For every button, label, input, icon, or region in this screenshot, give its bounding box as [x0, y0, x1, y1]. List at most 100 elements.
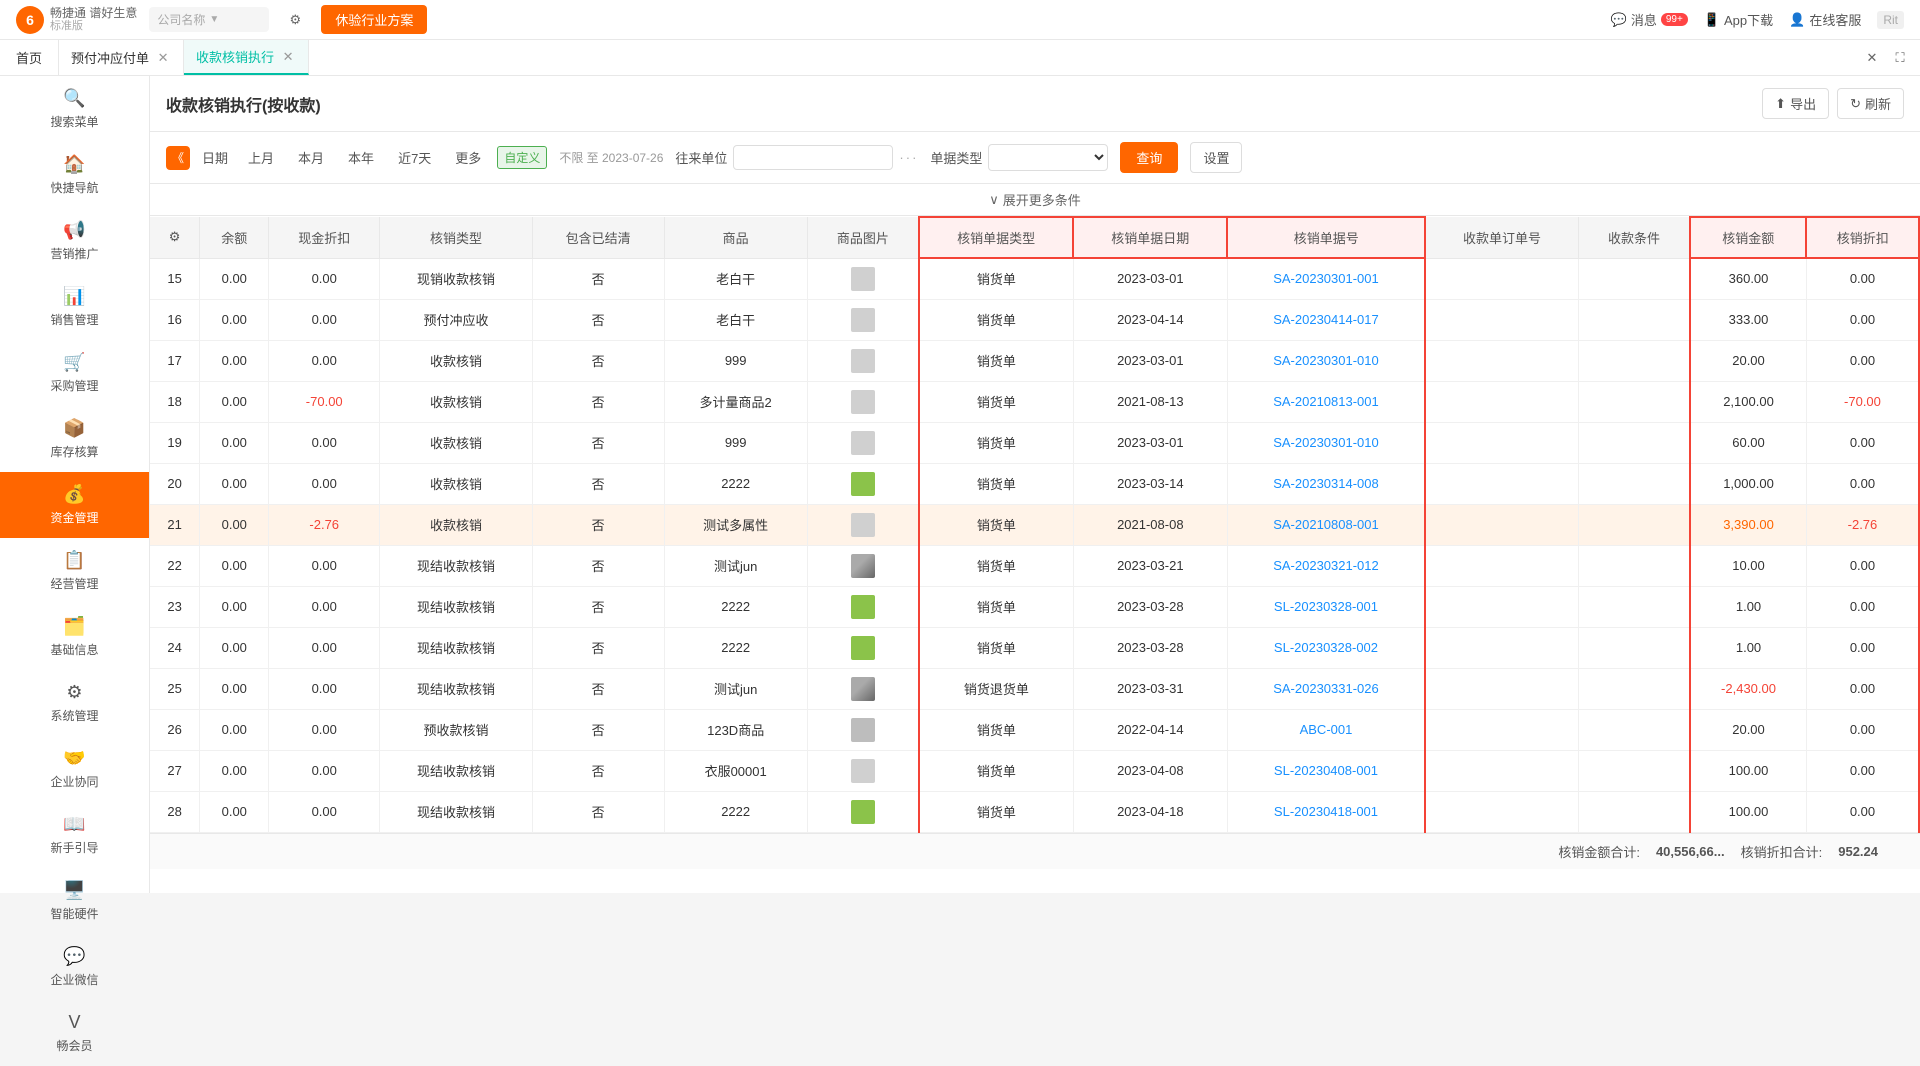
table-row: 18 0.00 -70.00 收款核销 否 多计量商品2 销货单 2021-08…	[150, 381, 1919, 422]
settings-button[interactable]: 设置	[1190, 142, 1242, 173]
sidebar-item-member[interactable]: V 畅会员	[0, 1000, 149, 1066]
sidebar-item-wechat[interactable]: 💬 企业微信	[0, 934, 149, 1000]
cell-cancel-bill-type: 销货单	[919, 422, 1073, 463]
cell-cancel-discount: 0.00	[1806, 545, 1919, 586]
single-type-select[interactable]	[988, 144, 1108, 171]
cell-receipt-condition	[1578, 668, 1690, 709]
chevron-down-icon: ∨	[989, 192, 999, 208]
bill-no-link[interactable]: SA-20230301-010	[1273, 353, 1379, 368]
date-this-month[interactable]: 本月	[290, 146, 332, 169]
cell-balance: 0.00	[200, 381, 269, 422]
bill-no-link[interactable]: SL-20230328-001	[1274, 599, 1378, 614]
app-download-link[interactable]: 📱 App下载	[1704, 10, 1773, 29]
cell-cash-discount: 0.00	[269, 791, 380, 832]
refresh-icon: ↻	[1850, 96, 1861, 112]
cell-balance: 0.00	[200, 791, 269, 832]
date-more[interactable]: 更多	[447, 146, 489, 169]
cell-cash-discount: -2.76	[269, 504, 380, 545]
cell-cash-discount: 0.00	[269, 627, 380, 668]
date-this-year[interactable]: 本年	[340, 146, 382, 169]
cell-cancel-type: 预付冲应收	[380, 299, 533, 340]
sidebar-item-finance[interactable]: 💰 资金管理	[0, 472, 149, 538]
sidebar-item-sales[interactable]: 📊 销售管理	[0, 274, 149, 340]
cell-included-cleared: 否	[532, 586, 664, 627]
tab-close-all[interactable]: ✕	[1860, 46, 1884, 70]
company-selector[interactable]: 公司名称 ▼	[149, 7, 269, 32]
management-icon: 📋	[63, 550, 85, 571]
cell-included-cleared: 否	[532, 381, 664, 422]
cell-cancel-amount: 3,390.00	[1690, 504, 1806, 545]
bill-no-link[interactable]: SL-20230418-001	[1274, 804, 1378, 819]
single-type-filter: 单据类型	[930, 144, 1108, 171]
bill-no-link[interactable]: SA-20230321-012	[1273, 558, 1379, 573]
bill-no-link[interactable]: SA-20230331-026	[1273, 681, 1379, 696]
bill-no-link[interactable]: SA-20230301-001	[1273, 271, 1379, 286]
app-name: 畅捷通 谱好生意 标准版	[50, 6, 137, 34]
sidebar-item-basic[interactable]: 🗂️ 基础信息	[0, 604, 149, 670]
sidebar-item-search[interactable]: 🔍 搜索菜单	[0, 76, 149, 142]
cell-receipt-condition	[1578, 381, 1690, 422]
cell-cancel-bill-no: SA-20230301-010	[1227, 340, 1425, 381]
tab-actions: ✕ ⛶	[1852, 46, 1920, 70]
date-custom[interactable]: 自定义	[497, 146, 547, 169]
sidebar-item-management[interactable]: 📋 经营管理	[0, 538, 149, 604]
main-layout: 🔍 搜索菜单 🏠 快捷导航 📢 营销推广 📊 销售管理 🛒 采购管理 📦 库存核…	[0, 76, 1920, 893]
cell-balance: 0.00	[200, 627, 269, 668]
bill-no-link[interactable]: SA-20230314-008	[1273, 476, 1379, 491]
download-icon: 📱	[1704, 12, 1720, 28]
notification-bell[interactable]: 💬 消息 99+	[1611, 10, 1688, 29]
bill-no-link[interactable]: ABC-001	[1300, 722, 1353, 737]
footer-cancel-amount-label: 核销金额合计:	[1558, 842, 1640, 861]
cell-product: 2222	[664, 627, 807, 668]
tab-prepay[interactable]: 预付冲应付单 ✕	[59, 40, 184, 75]
cell-receipt-order	[1425, 422, 1578, 463]
cell-cancel-bill-no: SA-20230321-012	[1227, 545, 1425, 586]
sidebar-item-system[interactable]: ⚙ 系统管理	[0, 670, 149, 736]
cell-cancel-type: 收款核销	[380, 381, 533, 422]
sidebar-item-guide[interactable]: 📖 新手引导	[0, 802, 149, 868]
sidebar: 🔍 搜索菜单 🏠 快捷导航 📢 营销推广 📊 销售管理 🛒 采购管理 📦 库存核…	[0, 76, 150, 893]
collab-icon: 🤝	[63, 748, 85, 769]
filter-collapse-button[interactable]: 《	[166, 146, 190, 170]
online-service-link[interactable]: 👤 在线客服	[1789, 10, 1861, 29]
sidebar-item-marketing[interactable]: 📢 营销推广	[0, 208, 149, 274]
tab-home[interactable]: 首页	[0, 40, 59, 75]
cell-cash-discount: 0.00	[269, 463, 380, 504]
settings-icon[interactable]: ⚙	[281, 6, 309, 34]
hardware-icon: 🖥️	[63, 880, 85, 901]
bill-no-link[interactable]: SA-20230414-017	[1273, 312, 1379, 327]
cell-balance: 0.00	[200, 545, 269, 586]
refresh-button[interactable]: ↻ 刷新	[1837, 88, 1904, 119]
bill-no-link[interactable]: SL-20230408-001	[1274, 763, 1378, 778]
bill-no-link[interactable]: SA-20210808-001	[1273, 517, 1379, 532]
cell-product-img	[807, 381, 919, 422]
tab-prepay-close[interactable]: ✕	[155, 50, 171, 66]
sidebar-item-nav[interactable]: 🏠 快捷导航	[0, 142, 149, 208]
counterpart-input[interactable]	[733, 145, 893, 170]
date-prev-month[interactable]: 上月	[240, 146, 282, 169]
export-button[interactable]: ⬆ 导出	[1762, 88, 1829, 119]
sidebar-item-purchase[interactable]: 🛒 采购管理	[0, 340, 149, 406]
table-area[interactable]: ⚙ 余额 现金折扣 核销类型 包含已结清 商品 商品图片 核销单据类型 核销单据…	[150, 216, 1920, 893]
cell-cancel-type: 现结收款核销	[380, 586, 533, 627]
cell-cancel-type: 现销收款核销	[380, 258, 533, 299]
industry-button[interactable]: 休验行业方案	[321, 5, 427, 34]
date-7days[interactable]: 近7天	[390, 146, 439, 169]
cell-included-cleared: 否	[532, 504, 664, 545]
user-name[interactable]: Rit	[1877, 11, 1904, 29]
sidebar-item-collab[interactable]: 🤝 企业协同	[0, 736, 149, 802]
expand-conditions-button[interactable]: ∨ 展开更多条件	[989, 190, 1081, 209]
tab-cancel[interactable]: 收款核销执行 ✕	[184, 40, 309, 75]
table-row: 21 0.00 -2.76 收款核销 否 测试多属性 销货单 2021-08-0…	[150, 504, 1919, 545]
sidebar-item-inventory[interactable]: 📦 库存核算	[0, 406, 149, 472]
sidebar-item-hardware[interactable]: 🖥️ 智能硬件	[0, 868, 149, 934]
bill-no-link[interactable]: SA-20230301-010	[1273, 435, 1379, 450]
bill-no-link[interactable]: SL-20230328-002	[1274, 640, 1378, 655]
table-row: 17 0.00 0.00 收款核销 否 999 销货单 2023-03-01 S…	[150, 340, 1919, 381]
bill-no-link[interactable]: SA-20210813-001	[1273, 394, 1379, 409]
cell-included-cleared: 否	[532, 463, 664, 504]
query-button[interactable]: 查询	[1120, 142, 1178, 173]
tab-cancel-close[interactable]: ✕	[280, 49, 296, 65]
inventory-icon: 📦	[63, 418, 85, 439]
tab-maximize[interactable]: ⛶	[1888, 46, 1912, 70]
